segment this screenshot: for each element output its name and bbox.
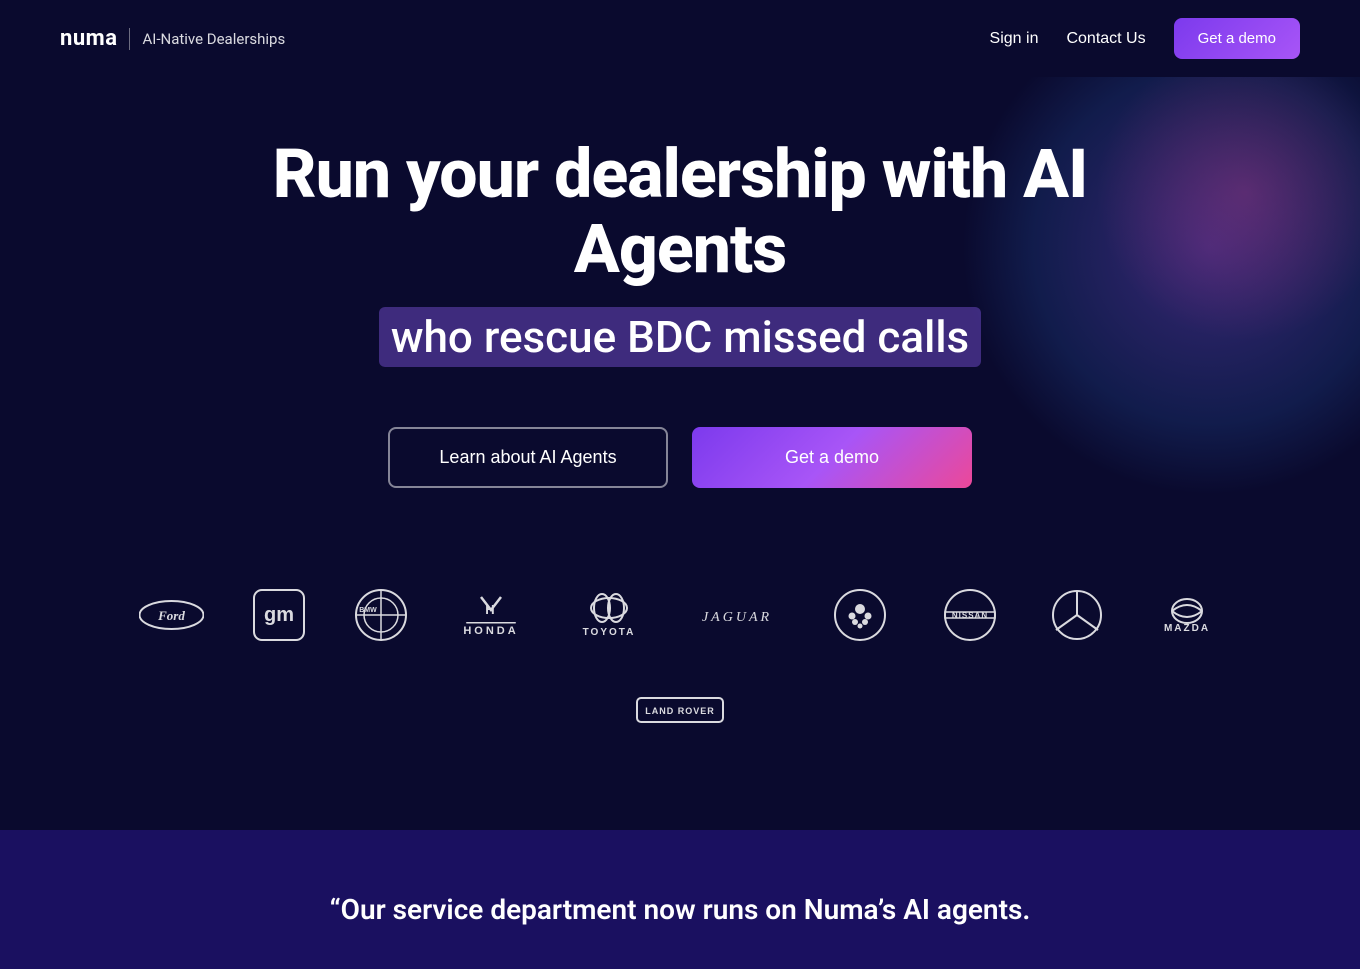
svg-text:HONDA: HONDA [463,625,518,637]
svg-text:LAND ROVER: LAND ROVER [645,706,715,716]
mazda-logo: MAZDA [1152,595,1222,635]
hero-subtitle-highlight: who rescue BDC missed calls [379,307,981,367]
logo-area: numa AI-Native Dealerships [60,26,285,51]
hero-buttons: Learn about AI Agents Get a demo [230,427,1130,488]
testimonial-section: “Our service department now runs on Numa… [0,830,1360,969]
navbar: numa AI-Native Dealerships Sign in Conta… [0,0,1360,77]
svg-text:JAGUAR: JAGUAR [701,610,771,625]
nav-get-demo-button[interactable]: Get a demo [1174,18,1300,59]
logo-divider [129,28,130,50]
svg-text:Ford: Ford [157,608,185,623]
svg-text:BMW: BMW [359,607,377,614]
ford-logo: Ford [139,600,204,630]
hero-subtitle: who rescue BDC missed calls [391,311,969,363]
landrover-logo: LAND ROVER [635,690,725,730]
hero-section: Run your dealership with AI Agents who r… [0,77,1360,830]
honda-logo: H HONDA [456,592,526,637]
contact-button[interactable]: Contact Us [1066,30,1145,48]
svg-text:TOYOTA: TOYOTA [582,627,635,638]
nissan-logo: NISSAN [938,588,1002,642]
signin-button[interactable]: Sign in [990,30,1039,48]
svg-text:NISSAN: NISSAN [951,611,987,620]
hero-title: Run your dealership with AI Agents [230,137,1130,287]
testimonial-text: “Our service department now runs on Numa… [80,890,1280,929]
logo-subtitle: AI-Native Dealerships [142,30,285,48]
hero-content: Run your dealership with AI Agents who r… [230,137,1130,568]
jaguar-logo: JAGUAR [692,600,782,630]
toyota-logo: TOYOTA [574,590,644,640]
svg-text:gm: gm [264,604,294,626]
subaru-logo [830,588,890,642]
nav-actions: Sign in Contact Us Get a demo [990,18,1300,59]
gm-logo: gm [252,588,306,642]
logo-text: numa [60,26,117,51]
bmw-logo: BMW [354,588,408,642]
hero-get-demo-button[interactable]: Get a demo [692,427,972,488]
mercedes-logo [1050,588,1104,642]
brand-logos-strip: Ford gm BMW H HONDA [40,568,1320,790]
svg-text:MAZDA: MAZDA [1163,623,1209,634]
learn-agents-button[interactable]: Learn about AI Agents [388,427,668,488]
